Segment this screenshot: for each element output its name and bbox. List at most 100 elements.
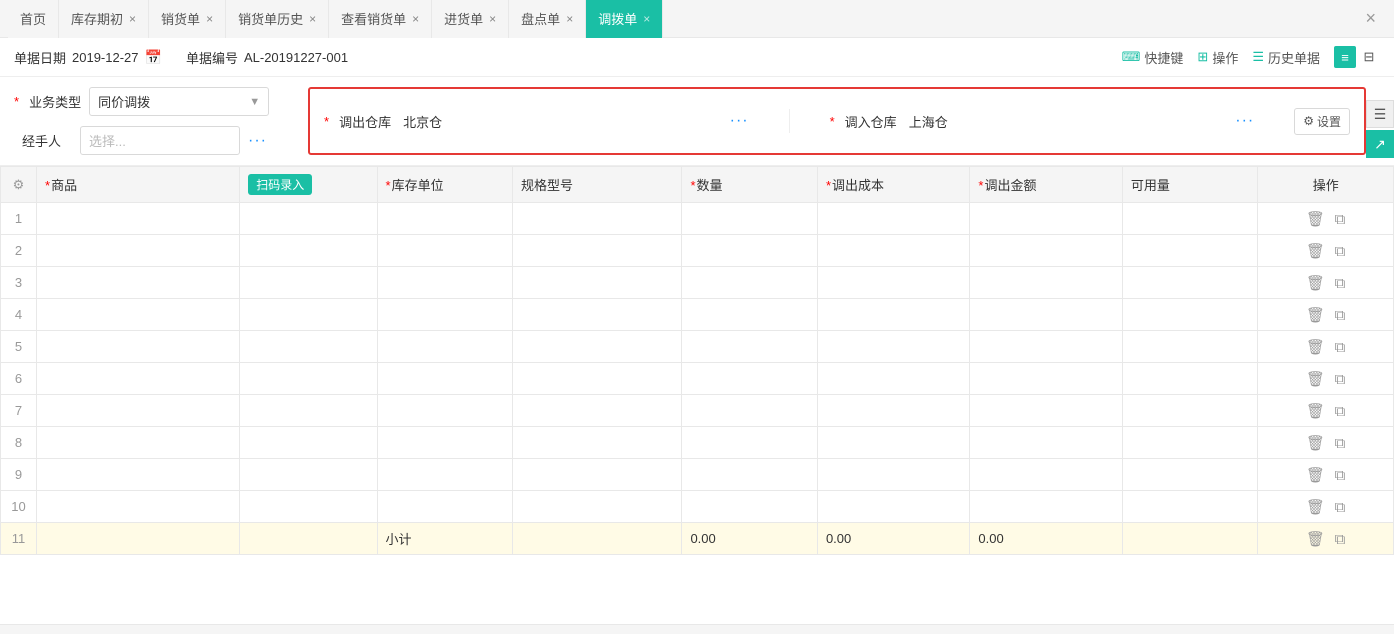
tab-purchase[interactable]: 进货单 × — [432, 0, 509, 38]
delete-icon[interactable]: 🗑 — [1306, 531, 1325, 548]
business-type-label: 业务类型 — [29, 92, 81, 111]
warehouse-in-more-btn[interactable]: ··· — [1235, 112, 1254, 130]
date-group: 单据日期 2019-12-27 📅 — [14, 48, 162, 67]
table-header-row: ⚙ *商品 扫码录入 *库存单位 规格型号 *数量 — [1, 167, 1394, 203]
shortcuts-action[interactable]: ⌨ 快捷键 — [1122, 48, 1184, 67]
row-num: 1 — [1, 203, 37, 235]
operations-action[interactable]: ⊞ 操作 — [1197, 48, 1238, 67]
copy-icon[interactable]: ⧉ — [1335, 211, 1346, 228]
th-avail: 可用量 — [1122, 167, 1258, 203]
calendar-icon[interactable]: 📅 — [145, 49, 162, 66]
table-row: 10 🗑 ⧉ — [1, 491, 1394, 523]
copy-icon[interactable]: ⧉ — [1335, 371, 1346, 388]
delete-icon[interactable]: 🗑 — [1306, 307, 1325, 324]
docno-value: AL-20191227-001 — [244, 50, 348, 65]
person-select[interactable]: 选择... — [80, 126, 240, 155]
table-row: 1 🗑 ⧉ — [1, 203, 1394, 235]
date-value[interactable]: 2019-12-27 — [72, 50, 139, 65]
copy-icon[interactable]: ⧉ — [1335, 531, 1346, 548]
delete-icon[interactable]: 🗑 — [1306, 435, 1325, 452]
docno-label: 单据编号 — [186, 48, 238, 67]
warehouse-in-value[interactable]: 上海仓 — [909, 112, 948, 131]
items-table: ⚙ *商品 扫码录入 *库存单位 规格型号 *数量 — [0, 166, 1394, 555]
tab-close-transfer[interactable]: × — [643, 12, 650, 26]
tab-close-view-sales[interactable]: × — [412, 12, 419, 26]
copy-icon[interactable]: ⧉ — [1335, 243, 1346, 260]
tab-inventory-check[interactable]: 盘点单 × — [509, 0, 586, 38]
th-unit: *库存单位 — [377, 167, 513, 203]
tab-close-inventory-check[interactable]: × — [566, 12, 573, 26]
gear-icon[interactable]: ⚙ — [13, 177, 25, 192]
table-row: 7 🗑 ⧉ — [1, 395, 1394, 427]
copy-icon[interactable]: ⧉ — [1335, 467, 1346, 484]
copy-icon[interactable]: ⧉ — [1335, 403, 1346, 420]
tab-sales-order[interactable]: 销货单 × — [149, 0, 226, 38]
person-row: 经手人 选择... ··· — [14, 126, 294, 155]
warehouse-out-more-btn[interactable]: ··· — [730, 112, 749, 130]
copy-icon[interactable]: ⧉ — [1335, 307, 1346, 324]
sidebar-list-icon[interactable]: ☰ — [1366, 100, 1394, 128]
scan-entry-button[interactable]: 扫码录入 — [248, 174, 312, 195]
warehouse-divider — [789, 109, 790, 133]
settings-button[interactable]: ⚙ 设置 — [1294, 108, 1350, 135]
th-cost: *调出成本 — [817, 167, 969, 203]
warehouse-in-field: * 调入仓库 上海仓 ··· — [830, 112, 1255, 131]
th-amount: *调出金额 — [970, 167, 1122, 203]
scroll-bar[interactable] — [0, 624, 1394, 634]
tab-close-inventory-init[interactable]: × — [129, 12, 136, 26]
view-icons: ≡ ⊟ — [1334, 46, 1380, 68]
tab-home[interactable]: 首页 — [8, 0, 59, 38]
tab-close-sales-history[interactable]: × — [309, 12, 316, 26]
tab-close-sales-order[interactable]: × — [206, 12, 213, 26]
delete-icon[interactable]: 🗑 — [1306, 499, 1325, 516]
business-type-select[interactable]: 同价调拨 ▼ — [89, 87, 269, 116]
left-form-fields: * 业务类型 同价调拨 ▼ 经手人 选择... ··· — [14, 87, 294, 155]
product-cell[interactable] — [37, 203, 240, 235]
warehouse-out-label: 调出仓库 — [339, 112, 391, 131]
delete-icon[interactable]: 🗑 — [1306, 371, 1325, 388]
table-row: 3 🗑 ⧉ — [1, 267, 1394, 299]
th-settings[interactable]: ⚙ — [1, 167, 37, 203]
tab-inventory-init[interactable]: 库存期初 × — [59, 0, 149, 38]
warehouse-in-required: * — [830, 114, 835, 129]
operations-icon: ⊞ — [1197, 49, 1208, 65]
table-row: 4 🗑 ⧉ — [1, 299, 1394, 331]
copy-icon[interactable]: ⧉ — [1335, 339, 1346, 356]
tab-sales-history[interactable]: 销货单历史 × — [226, 0, 329, 38]
main-content: 单据日期 2019-12-27 📅 单据编号 AL-20191227-001 ⌨… — [0, 38, 1394, 634]
docno-group: 单据编号 AL-20191227-001 — [186, 48, 348, 67]
tab-bar: 首页 库存期初 × 销货单 × 销货单历史 × 查看销货单 × 进货单 × 盘点… — [0, 0, 1394, 38]
warehouse-out-value[interactable]: 北京仓 — [403, 112, 442, 131]
history-icon: ☰ — [1252, 49, 1264, 65]
delete-icon[interactable]: 🗑 — [1306, 467, 1325, 484]
warehouse-out-field: * 调出仓库 北京仓 ··· — [324, 112, 749, 131]
delete-icon[interactable]: 🗑 — [1306, 339, 1325, 356]
delete-icon[interactable]: 🗑 — [1306, 211, 1325, 228]
subtotal-row: 11 小计 0.00 0.00 0.00 🗑 ⧉ — [1, 523, 1394, 555]
right-sidebar: ☰ ↗ — [1366, 100, 1394, 158]
subtotal-qty: 0.00 — [682, 523, 818, 555]
th-ops: 操作 — [1258, 167, 1394, 203]
view-grid-icon[interactable]: ⊟ — [1358, 46, 1380, 68]
table-row: 8 🗑 ⧉ — [1, 427, 1394, 459]
copy-icon[interactable]: ⧉ — [1335, 499, 1346, 516]
tab-close-purchase[interactable]: × — [489, 12, 496, 26]
table-row: 5 🗑 ⧉ — [1, 331, 1394, 363]
th-product: *商品 — [37, 167, 240, 203]
tab-view-sales[interactable]: 查看销货单 × — [329, 0, 432, 38]
th-scan: 扫码录入 — [240, 167, 377, 203]
delete-icon[interactable]: 🗑 — [1306, 243, 1325, 260]
sidebar-expand-icon[interactable]: ↗ — [1366, 130, 1394, 158]
view-list-icon[interactable]: ≡ — [1334, 46, 1356, 68]
warehouse-in-label: 调入仓库 — [845, 112, 897, 131]
window-close-button[interactable]: × — [1355, 8, 1386, 29]
copy-icon[interactable]: ⧉ — [1335, 275, 1346, 292]
history-action[interactable]: ☰ 历史单据 — [1252, 48, 1320, 67]
delete-icon[interactable]: 🗑 — [1306, 275, 1325, 292]
tab-transfer[interactable]: 调拨单 × — [586, 0, 663, 38]
date-label: 单据日期 — [14, 48, 66, 67]
copy-icon[interactable]: ⧉ — [1335, 435, 1346, 452]
person-more-btn[interactable]: ··· — [248, 132, 267, 150]
row-num: 2 — [1, 235, 37, 267]
delete-icon[interactable]: 🗑 — [1306, 403, 1325, 420]
